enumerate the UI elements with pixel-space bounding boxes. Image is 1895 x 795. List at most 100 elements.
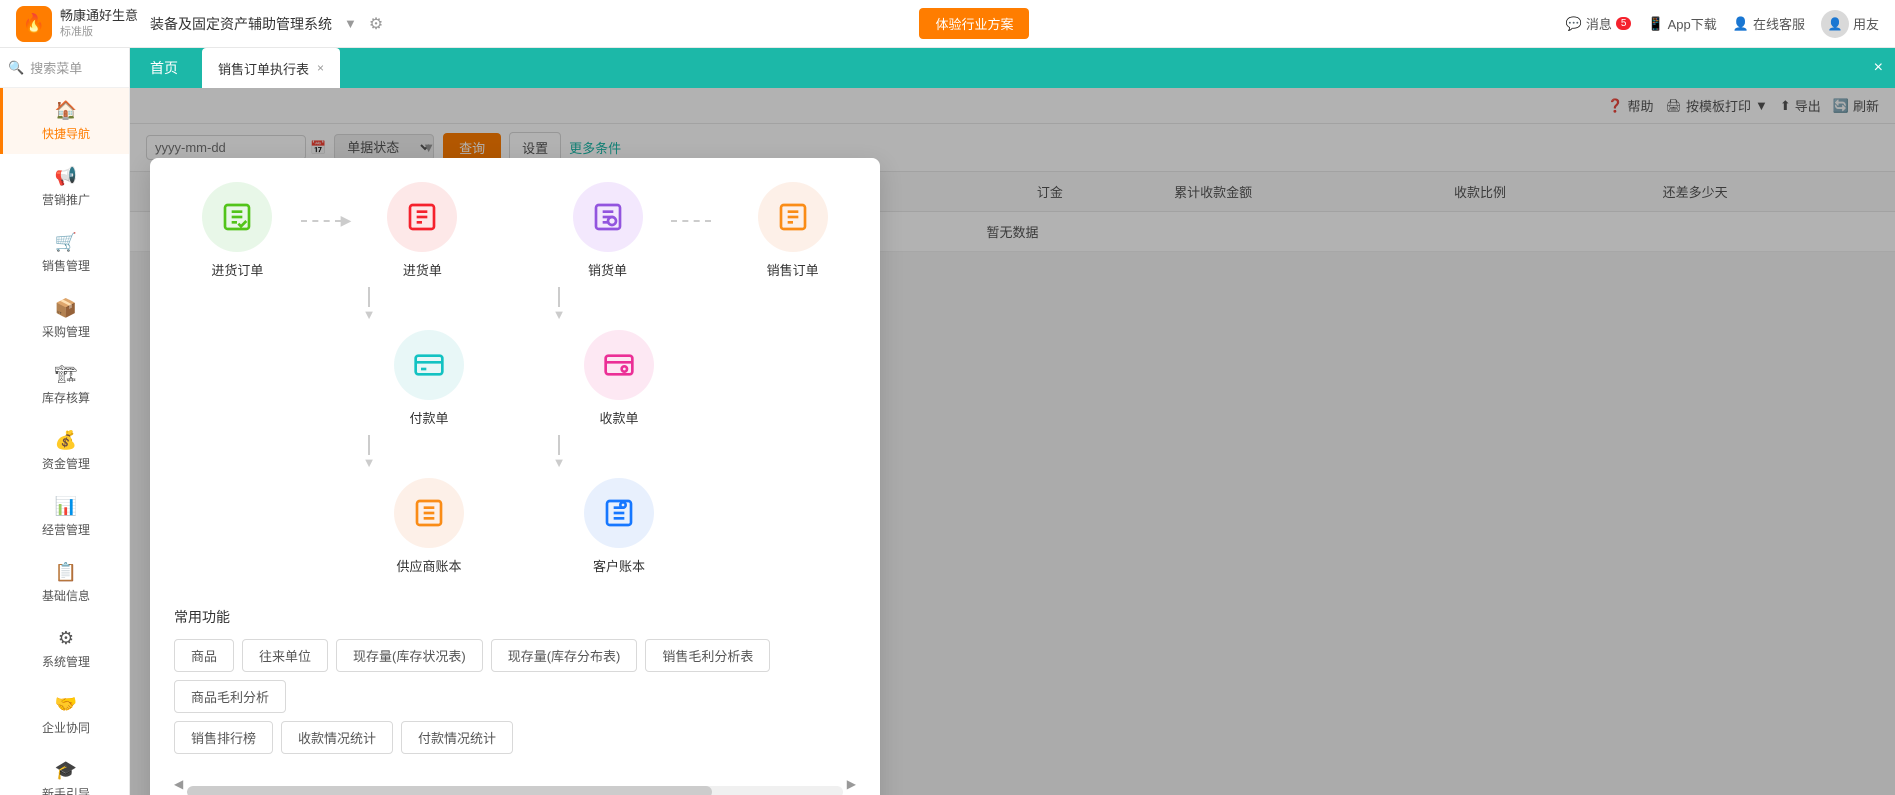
sidebar-item-label-marketing: 营销推广: [42, 191, 90, 208]
customer-ledger-label: 客户账本: [593, 556, 645, 575]
func-btn-partners[interactable]: 往来单位: [242, 639, 328, 672]
app-download-button[interactable]: 📱 App下载: [1647, 14, 1716, 33]
online-service-button[interactable]: 👤 在线客服: [1733, 14, 1805, 33]
message-button[interactable]: 💬 消息 5: [1566, 14, 1632, 33]
tab-sales-order[interactable]: 销售订单执行表 ×: [202, 48, 340, 88]
online-service-label: 在线客服: [1753, 14, 1805, 33]
func-btn-sales-ranking[interactable]: 销售排行榜: [174, 721, 273, 754]
sidebar-item-system[interactable]: ⚙ 系统管理: [0, 616, 129, 682]
content-area: 首页 销售订单执行表 × × ❓ 帮助 🖨 按: [130, 48, 1895, 795]
arrow-down-receipt: ▼: [494, 435, 624, 470]
tab-close-icon[interactable]: ×: [317, 61, 324, 75]
modal-overlay[interactable]: 进货订单 ▶: [130, 88, 1895, 795]
sidebar-item-newbie[interactable]: 🎓 新手引导: [0, 748, 129, 795]
flow-row-1: 进货订单 ▶: [174, 182, 856, 279]
common-functions-section: 常用功能 商品 往来单位 现存量(库存状况表) 现存量(库存分布表) 销售毛利分…: [174, 607, 856, 754]
sales-order-circle[interactable]: [758, 182, 828, 252]
service-icon: 👤: [1733, 16, 1749, 32]
inventory-icon: 🏗: [55, 364, 78, 385]
flow-node-customer-ledger[interactable]: 客户账本: [554, 478, 684, 575]
top-bar-actions: 体验行业方案: [919, 8, 1029, 39]
newbie-icon: 🎓: [55, 760, 77, 781]
flow-node-supplier-ledger[interactable]: 供应商账本: [364, 478, 494, 575]
app-icon: 📱: [1647, 16, 1663, 32]
sales-icon: 🛒: [55, 232, 77, 253]
supplier-ledger-circle[interactable]: [394, 478, 464, 548]
func-btn-receipt-stats[interactable]: 收款情况统计: [281, 721, 393, 754]
sidebar: 🔍 搜索菜单 🏠 快捷导航 📢 营销推广 🛒 销售管理 📦 采购管理 🏗: [0, 48, 130, 795]
settings-icon[interactable]: ⚙: [369, 14, 383, 34]
payment-label: 付款单: [409, 408, 448, 427]
sidebar-item-quicknav[interactable]: 🏠 快捷导航: [0, 88, 129, 154]
flow-node-payment[interactable]: 付款单: [364, 330, 494, 427]
modal-scrollbar[interactable]: [187, 786, 843, 795]
logo-icon: 🔥: [16, 6, 52, 42]
sidebar-item-marketing[interactable]: 📢 营销推广: [0, 154, 129, 220]
flow-row-arrows-v: ▼ ▼: [304, 287, 856, 322]
sidebar-item-label-basic: 基础信息: [42, 587, 90, 604]
tab-home[interactable]: 首页: [130, 48, 198, 88]
flow-node-sales-order[interactable]: 销售订单: [729, 182, 856, 279]
try-button[interactable]: 体验行业方案: [919, 8, 1029, 39]
flow-node-receipt[interactable]: 收款单: [554, 330, 684, 427]
sys-title: 装备及固定资产辅助管理系统: [150, 14, 332, 34]
purchase-order-label: 进货订单: [211, 260, 263, 279]
payment-circle[interactable]: [394, 330, 464, 400]
func-btn-stock-dist[interactable]: 现存量(库存分布表): [491, 639, 638, 672]
finance-icon: 💰: [55, 430, 77, 451]
customer-ledger-circle[interactable]: [584, 478, 654, 548]
collab-icon: 🤝: [55, 694, 77, 715]
arrow-2: [671, 220, 729, 242]
func-buttons-row-2: 销售排行榜 收款情况统计 付款情况统计: [174, 721, 856, 754]
modal-scrollbar-thumb[interactable]: [187, 786, 711, 795]
sales-bill-circle[interactable]: [573, 182, 643, 252]
user-menu[interactable]: 👤 用友: [1821, 10, 1879, 38]
operations-icon: 📊: [55, 496, 77, 517]
flow-row-3: 供应商账本: [174, 478, 856, 575]
scroll-right-arrow[interactable]: ▶: [847, 777, 856, 791]
func-btn-goods-margin[interactable]: 商品毛利分析: [174, 680, 286, 713]
sidebar-item-collab[interactable]: 🤝 企业协同: [0, 682, 129, 748]
tab-close-all[interactable]: ×: [1862, 59, 1895, 77]
receipt-circle[interactable]: [584, 330, 654, 400]
logo-area: 🔥 畅康通好生意 标准版: [16, 6, 138, 42]
sidebar-item-purchase[interactable]: 📦 采购管理: [0, 286, 129, 352]
flow-node-purchase-bill[interactable]: 进货单: [359, 182, 486, 279]
flow-row-arrows-v2: ▼ ▼: [304, 435, 856, 470]
flow-node-purchase-order[interactable]: 进货订单: [174, 182, 301, 279]
sidebar-item-operations[interactable]: 📊 经营管理: [0, 484, 129, 550]
arrow-down-sales: ▼: [494, 287, 624, 322]
sidebar-search[interactable]: 🔍 搜索菜单: [0, 48, 129, 88]
modal-scrollbar-container: ◀ ▶: [174, 770, 856, 795]
tab-sales-order-label: 销售订单执行表: [218, 59, 309, 78]
basic-icon: 📋: [55, 562, 77, 583]
sidebar-item-label-operations: 经营管理: [42, 521, 90, 538]
top-bar: 🔥 畅康通好生意 标准版 装备及固定资产辅助管理系统 ▼ ⚙ 体验行业方案 💬 …: [0, 0, 1895, 48]
func-btn-stock-status[interactable]: 现存量(库存状况表): [336, 639, 483, 672]
message-icon: 💬: [1566, 16, 1582, 32]
flow-node-sales-bill[interactable]: 销货单: [544, 182, 671, 279]
common-funcs-title: 常用功能: [174, 607, 856, 627]
tab-bar: 首页 销售订单执行表 × ×: [130, 48, 1895, 88]
dropdown-icon[interactable]: ▼: [344, 16, 357, 31]
func-buttons-row-1: 商品 往来单位 现存量(库存状况表) 现存量(库存分布表) 销售毛利分析表 商品…: [174, 639, 856, 713]
func-btn-goods[interactable]: 商品: [174, 639, 234, 672]
purchase-bill-label: 进货单: [403, 260, 442, 279]
sidebar-item-inventory[interactable]: 🏗 库存核算: [0, 352, 129, 418]
sidebar-item-basic[interactable]: 📋 基础信息: [0, 550, 129, 616]
sidebar-item-label-purchase: 采购管理: [42, 323, 90, 340]
purchase-order-circle[interactable]: [202, 182, 272, 252]
sidebar-item-label-quicknav: 快捷导航: [42, 125, 90, 142]
message-label: 消息: [1586, 14, 1612, 33]
sidebar-item-sales[interactable]: 🛒 销售管理: [0, 220, 129, 286]
scroll-left-arrow[interactable]: ◀: [174, 777, 183, 791]
purchase-bill-circle[interactable]: [387, 182, 457, 252]
user-name: 用友: [1853, 14, 1879, 33]
logo-name: 畅康通好生意: [60, 8, 138, 25]
sidebar-item-label-collab: 企业协同: [42, 719, 90, 736]
logo-sub: 标准版: [60, 25, 138, 39]
func-btn-sales-margin[interactable]: 销售毛利分析表: [645, 639, 770, 672]
search-label: 搜索菜单: [30, 58, 82, 77]
func-btn-payment-stats[interactable]: 付款情况统计: [401, 721, 513, 754]
sidebar-item-finance[interactable]: 💰 资金管理: [0, 418, 129, 484]
